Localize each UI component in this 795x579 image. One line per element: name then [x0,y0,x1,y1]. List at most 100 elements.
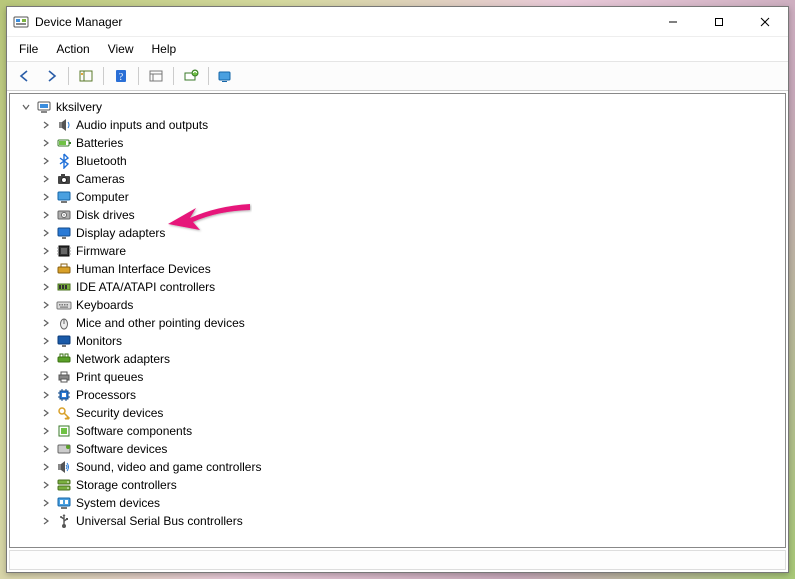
chevron-down-icon[interactable] [20,101,32,113]
toolbar-separator [208,67,209,85]
security-icon [56,405,72,421]
chevron-right-icon[interactable] [40,371,52,383]
category-node[interactable]: Print queues [36,368,785,386]
forward-button[interactable] [39,65,63,87]
category-node[interactable]: Security devices [36,404,785,422]
category-node[interactable]: Software devices [36,440,785,458]
chevron-right-icon[interactable] [40,119,52,131]
swdev-icon [56,441,72,457]
battery-icon [56,135,72,151]
category-label: Batteries [76,136,123,150]
menu-action[interactable]: Action [48,39,97,59]
close-button[interactable] [742,7,788,37]
category-node[interactable]: Sound, video and game controllers [36,458,785,476]
chevron-right-icon[interactable] [40,209,52,221]
speaker-icon [56,117,72,133]
category-node[interactable]: Human Interface Devices [36,260,785,278]
root-node[interactable]: kksilvery [16,98,785,116]
back-button[interactable] [13,65,37,87]
category-node[interactable]: Cameras [36,170,785,188]
category-label: Software components [76,424,192,438]
category-label: Computer [76,190,129,204]
ide-icon [56,279,72,295]
category-node[interactable]: Software components [36,422,785,440]
chevron-right-icon[interactable] [40,335,52,347]
device-tree[interactable]: kksilvery Audio inputs and outputs Batter… [9,93,786,548]
help-button[interactable]: ? [109,65,133,87]
category-node[interactable]: Display adapters [36,224,785,242]
device-manager-window: Device Manager File Action View Help [6,6,789,573]
add-legacy-hardware-button[interactable] [214,65,238,87]
chevron-right-icon[interactable] [40,353,52,365]
window-controls [650,7,788,37]
category-label: Audio inputs and outputs [76,118,208,132]
category-label: Processors [76,388,136,402]
chevron-right-icon[interactable] [40,137,52,149]
maximize-button[interactable] [696,7,742,37]
category-node[interactable]: Batteries [36,134,785,152]
titlebar: Device Manager [7,7,788,37]
chevron-right-icon[interactable] [40,461,52,473]
category-label: Display adapters [76,226,165,240]
category-node[interactable]: Bluetooth [36,152,785,170]
chevron-right-icon[interactable] [40,263,52,275]
category-node[interactable]: Network adapters [36,350,785,368]
chevron-right-icon[interactable] [40,245,52,257]
scan-hardware-button[interactable] [179,65,203,87]
usb-icon [56,513,72,529]
toolbar: ? [7,62,788,91]
keyboard-icon [56,297,72,313]
chevron-right-icon[interactable] [40,389,52,401]
chevron-right-icon[interactable] [40,281,52,293]
category-node[interactable]: Keyboards [36,296,785,314]
chevron-right-icon[interactable] [40,191,52,203]
svg-text:?: ? [119,72,124,83]
camera-icon [56,171,72,187]
category-node[interactable]: Storage controllers [36,476,785,494]
category-node[interactable]: Disk drives [36,206,785,224]
chevron-right-icon[interactable] [40,425,52,437]
chevron-right-icon[interactable] [40,155,52,167]
toolbar-separator [138,67,139,85]
app-icon [13,14,29,30]
menu-view[interactable]: View [100,39,142,59]
category-label: Network adapters [76,352,170,366]
category-label: Universal Serial Bus controllers [76,514,243,528]
network-icon [56,351,72,367]
category-node[interactable]: System devices [36,494,785,512]
category-label: Disk drives [76,208,135,222]
category-node[interactable]: Firmware [36,242,785,260]
category-label: Bluetooth [76,154,127,168]
chevron-right-icon[interactable] [40,173,52,185]
category-node[interactable]: Mice and other pointing devices [36,314,785,332]
category-node[interactable]: Monitors [36,332,785,350]
chevron-right-icon[interactable] [40,407,52,419]
menu-help[interactable]: Help [144,39,185,59]
chevron-right-icon[interactable] [40,479,52,491]
chevron-right-icon[interactable] [40,443,52,455]
category-label: Human Interface Devices [76,262,211,276]
category-label: Sound, video and game controllers [76,460,261,474]
chevron-right-icon[interactable] [40,227,52,239]
properties-button[interactable] [144,65,168,87]
show-hide-console-tree-button[interactable] [74,65,98,87]
chevron-right-icon[interactable] [40,515,52,527]
chevron-right-icon[interactable] [40,299,52,311]
category-node[interactable]: Processors [36,386,785,404]
category-label: Mice and other pointing devices [76,316,245,330]
chevron-right-icon[interactable] [40,317,52,329]
category-node[interactable]: IDE ATA/ATAPI controllers [36,278,785,296]
cpu-icon [56,387,72,403]
minimize-button[interactable] [650,7,696,37]
mouse-icon [56,315,72,331]
menu-file[interactable]: File [11,39,46,59]
chevron-right-icon[interactable] [40,497,52,509]
category-node[interactable]: Computer [36,188,785,206]
category-label: System devices [76,496,160,510]
sound-icon [56,459,72,475]
hid-icon [56,261,72,277]
category-node[interactable]: Universal Serial Bus controllers [36,512,785,530]
category-node[interactable]: Audio inputs and outputs [36,116,785,134]
menubar: File Action View Help [7,37,788,62]
printer-icon [56,369,72,385]
